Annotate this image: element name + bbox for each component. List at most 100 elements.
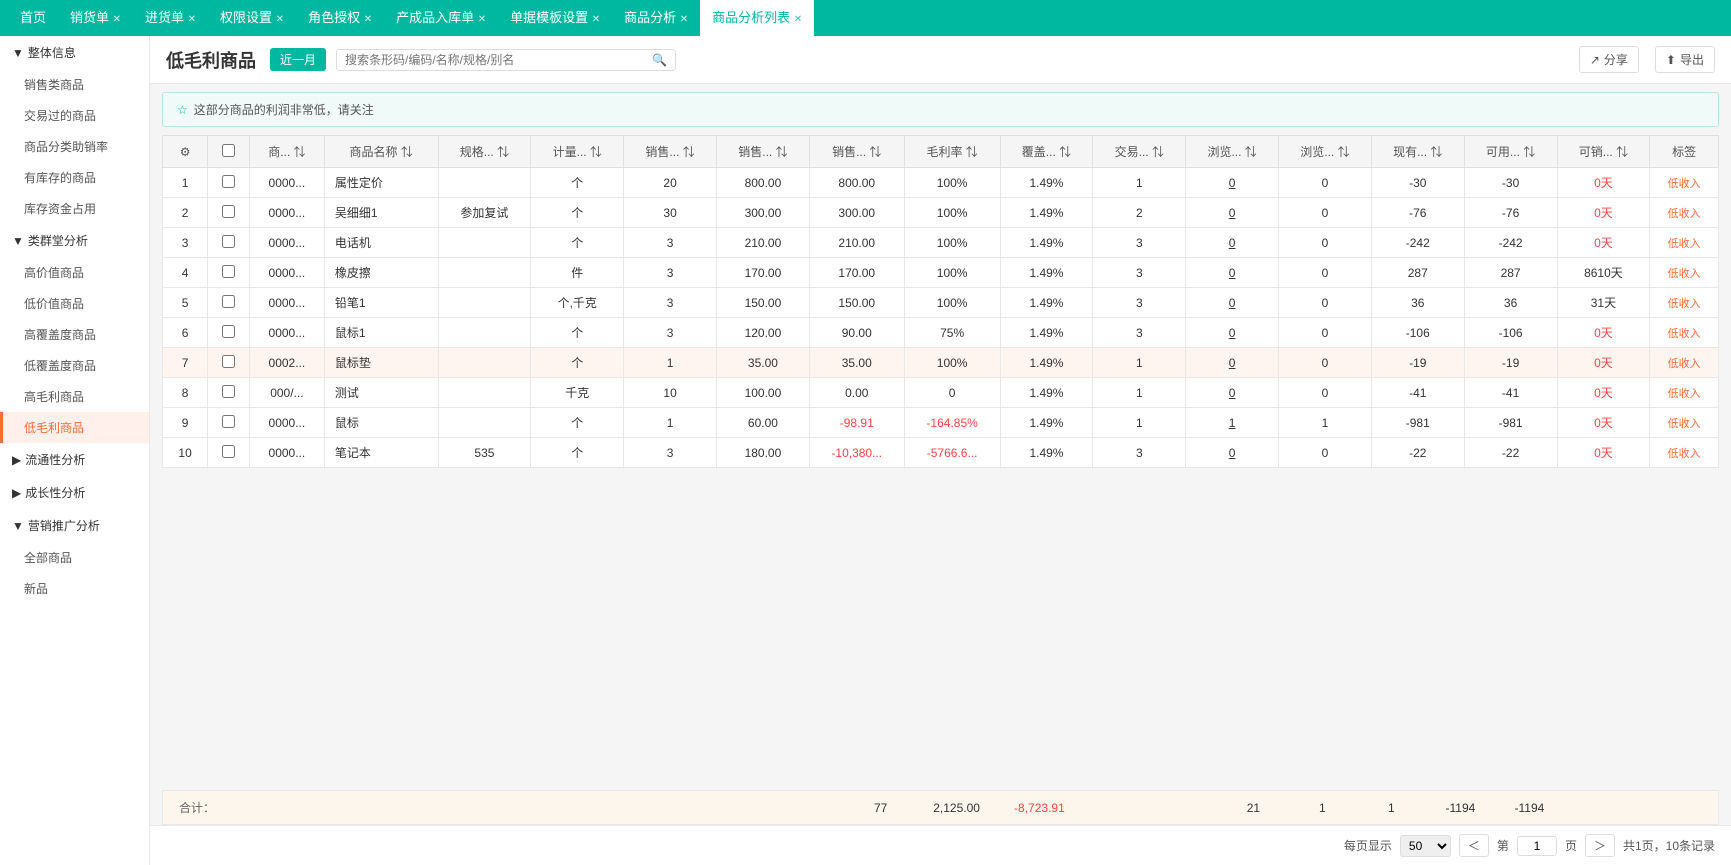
nav-item-analysis[interactable]: 商品分析 ✕ <box>612 0 700 36</box>
row-views1[interactable]: 0 <box>1186 438 1279 468</box>
row-checkbox[interactable] <box>222 175 235 188</box>
row-unit: 个 <box>531 228 624 258</box>
row-checkbox-cell[interactable] <box>208 348 250 378</box>
sidebar-item-all-goods[interactable]: 全部商品 <box>0 542 149 573</box>
row-current-stock: -41 <box>1371 378 1464 408</box>
col-spec[interactable]: 规格... ⇅ <box>438 136 531 168</box>
row-views1[interactable]: 0 <box>1186 318 1279 348</box>
row-available: 36 <box>1464 288 1557 318</box>
sidebar-item-sales-goods[interactable]: 销售类商品 <box>0 69 149 100</box>
col-views1[interactable]: 浏览... ⇅ <box>1186 136 1279 168</box>
footer-views2: 1 <box>1357 801 1426 815</box>
row-views1[interactable]: 0 <box>1186 168 1279 198</box>
sidebar-group-title-marketing[interactable]: ▼ 营销推广分析 <box>0 509 149 542</box>
row-checkbox-cell[interactable] <box>208 438 250 468</box>
sidebar-item-category-rate[interactable]: 商品分类助销率 <box>0 131 149 162</box>
nav-item-template[interactable]: 单据模板设置 ✕ <box>498 0 612 36</box>
row-sales-profit: 800.00 <box>809 168 904 198</box>
col-sales-profit[interactable]: 销售... ⇅ <box>809 136 904 168</box>
col-transactions[interactable]: 交易... ⇅ <box>1093 136 1186 168</box>
col-name[interactable]: 商品名称 ⇅ <box>324 136 438 168</box>
footer-current-stock: -1194 <box>1426 801 1495 815</box>
row-views1[interactable]: 0 <box>1186 348 1279 378</box>
row-checkbox-cell[interactable] <box>208 258 250 288</box>
col-current-stock[interactable]: 现有... ⇅ <box>1371 136 1464 168</box>
sidebar-item-traded-goods[interactable]: 交易过的商品 <box>0 100 149 131</box>
nav-item-analysis-list[interactable]: 商品分析列表 ✕ <box>700 0 814 36</box>
sidebar-item-stocked-goods[interactable]: 有库存的商品 <box>0 162 149 193</box>
row-checkbox[interactable] <box>222 235 235 248</box>
row-transactions: 2 <box>1093 198 1186 228</box>
row-sales-price: 60.00 <box>717 408 810 438</box>
sidebar-group-title-circulation[interactable]: ▶ 流通性分析 <box>0 443 149 476</box>
row-views1[interactable]: 0 <box>1186 258 1279 288</box>
nav-item-home[interactable]: 首页 <box>8 0 58 36</box>
sidebar-item-high-value[interactable]: 高价值商品 <box>0 257 149 288</box>
row-checkbox-cell[interactable] <box>208 288 250 318</box>
row-checkbox-cell[interactable] <box>208 378 250 408</box>
row-available: -22 <box>1464 438 1557 468</box>
row-checkbox-cell[interactable] <box>208 318 250 348</box>
per-page-select[interactable]: 50 100 200 <box>1400 835 1451 857</box>
row-code: 0000... <box>249 228 324 258</box>
row-checkbox-cell[interactable] <box>208 168 250 198</box>
sidebar-item-new-goods[interactable]: 新品 <box>0 573 149 604</box>
row-checkbox[interactable] <box>222 355 235 368</box>
select-all-checkbox[interactable] <box>222 144 235 157</box>
row-checkbox-cell[interactable] <box>208 198 250 228</box>
col-sellable[interactable]: 可销... ⇅ <box>1557 136 1650 168</box>
col-code[interactable]: 商... ⇅ <box>249 136 324 168</box>
row-tag: 低收入 <box>1650 318 1719 348</box>
row-views1[interactable]: 0 <box>1186 198 1279 228</box>
nav-item-roles[interactable]: 角色授权 ✕ <box>296 0 384 36</box>
row-sales-qty: 30 <box>624 198 717 228</box>
sidebar-item-low-value[interactable]: 低价值商品 <box>0 288 149 319</box>
col-sales-qty[interactable]: 销售... ⇅ <box>624 136 717 168</box>
sidebar-group-title-cluster[interactable]: ▼ 类群堂分析 <box>0 224 149 257</box>
row-tag: 低收入 <box>1650 288 1719 318</box>
nav-item-permissions[interactable]: 权限设置 ✕ <box>208 0 296 36</box>
search-icon[interactable]: 🔍 <box>652 53 667 67</box>
prev-page-button[interactable]: ＜ <box>1459 834 1489 857</box>
row-checkbox[interactable] <box>222 325 235 338</box>
footer-label: 合计： <box>179 799 215 816</box>
col-unit[interactable]: 计量... ⇅ <box>531 136 624 168</box>
col-coverage[interactable]: 覆盖... ⇅ <box>1000 136 1093 168</box>
filter-recent-month-button[interactable]: 近一月 <box>270 48 326 71</box>
sidebar-item-low-coverage[interactable]: 低覆盖度商品 <box>0 350 149 381</box>
sidebar-item-high-margin[interactable]: 高毛利商品 <box>0 381 149 412</box>
search-input[interactable] <box>345 53 648 67</box>
sidebar-group-title-overall[interactable]: ▼ 整体信息 <box>0 36 149 69</box>
sidebar-item-high-coverage[interactable]: 高覆盖度商品 <box>0 319 149 350</box>
row-views1[interactable]: 0 <box>1186 288 1279 318</box>
col-checkbox[interactable] <box>208 136 250 168</box>
nav-item-purchase[interactable]: 进货单 ✕ <box>133 0 208 36</box>
nav-item-products[interactable]: 产成品入库单 ✕ <box>384 0 498 36</box>
row-checkbox[interactable] <box>222 295 235 308</box>
sidebar-group-title-growth[interactable]: ▶ 成长性分析 <box>0 476 149 509</box>
row-checkbox-cell[interactable] <box>208 228 250 258</box>
col-available[interactable]: 可用... ⇅ <box>1464 136 1557 168</box>
next-page-button[interactable]: ＞ <box>1585 834 1615 857</box>
row-checkbox[interactable] <box>222 265 235 278</box>
row-views1[interactable]: 0 <box>1186 228 1279 258</box>
row-views1[interactable]: 0 <box>1186 378 1279 408</box>
row-checkbox[interactable] <box>222 445 235 458</box>
share-button[interactable]: ↗ 分享 <box>1579 46 1639 73</box>
row-checkbox-cell[interactable] <box>208 408 250 438</box>
row-checkbox[interactable] <box>222 205 235 218</box>
row-current-stock: 287 <box>1371 258 1464 288</box>
page-number-input[interactable] <box>1517 836 1557 856</box>
col-views2[interactable]: 浏览... ⇅ <box>1279 136 1372 168</box>
col-sales-price[interactable]: 销售... ⇅ <box>717 136 810 168</box>
sidebar-item-low-margin[interactable]: 低毛利商品 <box>0 412 149 443</box>
row-checkbox[interactable] <box>222 385 235 398</box>
row-current-stock: -30 <box>1371 168 1464 198</box>
col-settings[interactable]: ⚙ <box>163 136 208 168</box>
nav-item-sales[interactable]: 销货单 ✕ <box>58 0 133 36</box>
sidebar-item-stock-capital[interactable]: 库存资金占用 <box>0 193 149 224</box>
export-button[interactable]: ⬆ 导出 <box>1655 46 1715 73</box>
col-gross-margin[interactable]: 毛利率 ⇅ <box>904 136 1000 168</box>
row-checkbox[interactable] <box>222 415 235 428</box>
row-views1[interactable]: 1 <box>1186 408 1279 438</box>
